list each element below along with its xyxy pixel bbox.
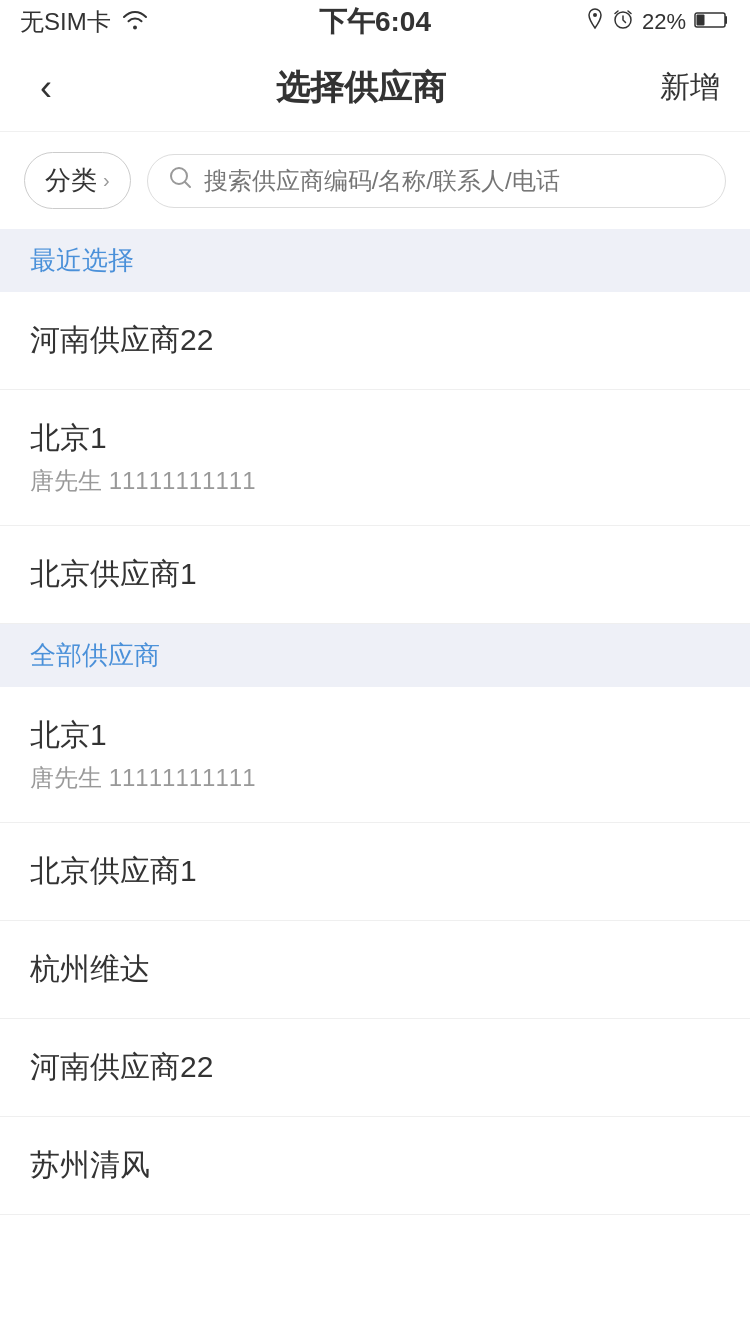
item-sub: 唐先生 11111111111 [30,762,720,794]
list-item[interactable]: 杭州维达 [0,921,750,1019]
carrier-text: 无SIM卡 [20,6,111,38]
battery-icon [694,9,730,35]
svg-point-0 [593,13,597,17]
item-name: 苏州清风 [30,1145,720,1186]
search-input[interactable] [204,167,705,195]
search-icon [168,165,194,197]
list-item[interactable]: 苏州清风 [0,1117,750,1215]
category-button[interactable]: 分类 › [24,152,131,209]
all-items-list: 北京1 唐先生 11111111111 北京供应商1 杭州维达 河南供应商22 … [0,687,750,1215]
item-name: 北京供应商1 [30,554,720,595]
item-name: 北京供应商1 [30,851,720,892]
item-name: 北京1 [30,418,720,459]
chevron-right-icon: › [103,169,110,192]
recent-items-list: 河南供应商22 北京1 唐先生 11111111111 北京供应商1 [0,292,750,624]
item-name: 杭州维达 [30,949,720,990]
location-icon [586,8,604,36]
list-item[interactable]: 河南供应商22 [0,292,750,390]
status-bar: 无SIM卡 下午6:04 22% [0,0,750,44]
item-name: 北京1 [30,715,720,756]
filter-bar: 分类 › [0,132,750,229]
category-label: 分类 [45,163,97,198]
back-button[interactable]: ‹ [30,57,62,119]
all-section-header: 全部供应商 [0,624,750,687]
search-box[interactable] [147,154,726,208]
nav-bar: ‹ 选择供应商 新增 [0,44,750,132]
status-time: 下午6:04 [319,3,431,41]
list-item[interactable]: 北京供应商1 [0,823,750,921]
add-button[interactable]: 新增 [660,67,720,108]
status-left: 无SIM卡 [20,6,149,38]
list-item[interactable]: 河南供应商22 [0,1019,750,1117]
item-name: 河南供应商22 [30,320,720,361]
recent-section-header: 最近选择 [0,229,750,292]
battery-text: 22% [642,9,686,35]
alarm-icon [612,8,634,36]
page-title: 选择供应商 [276,65,446,111]
list-item[interactable]: 北京供应商1 [0,526,750,624]
wifi-icon [121,8,149,36]
status-right: 22% [586,8,730,36]
item-name: 河南供应商22 [30,1047,720,1088]
item-sub: 唐先生 11111111111 [30,465,720,497]
list-item[interactable]: 北京1 唐先生 11111111111 [0,390,750,526]
svg-rect-3 [697,15,705,26]
list-item[interactable]: 北京1 唐先生 11111111111 [0,687,750,823]
